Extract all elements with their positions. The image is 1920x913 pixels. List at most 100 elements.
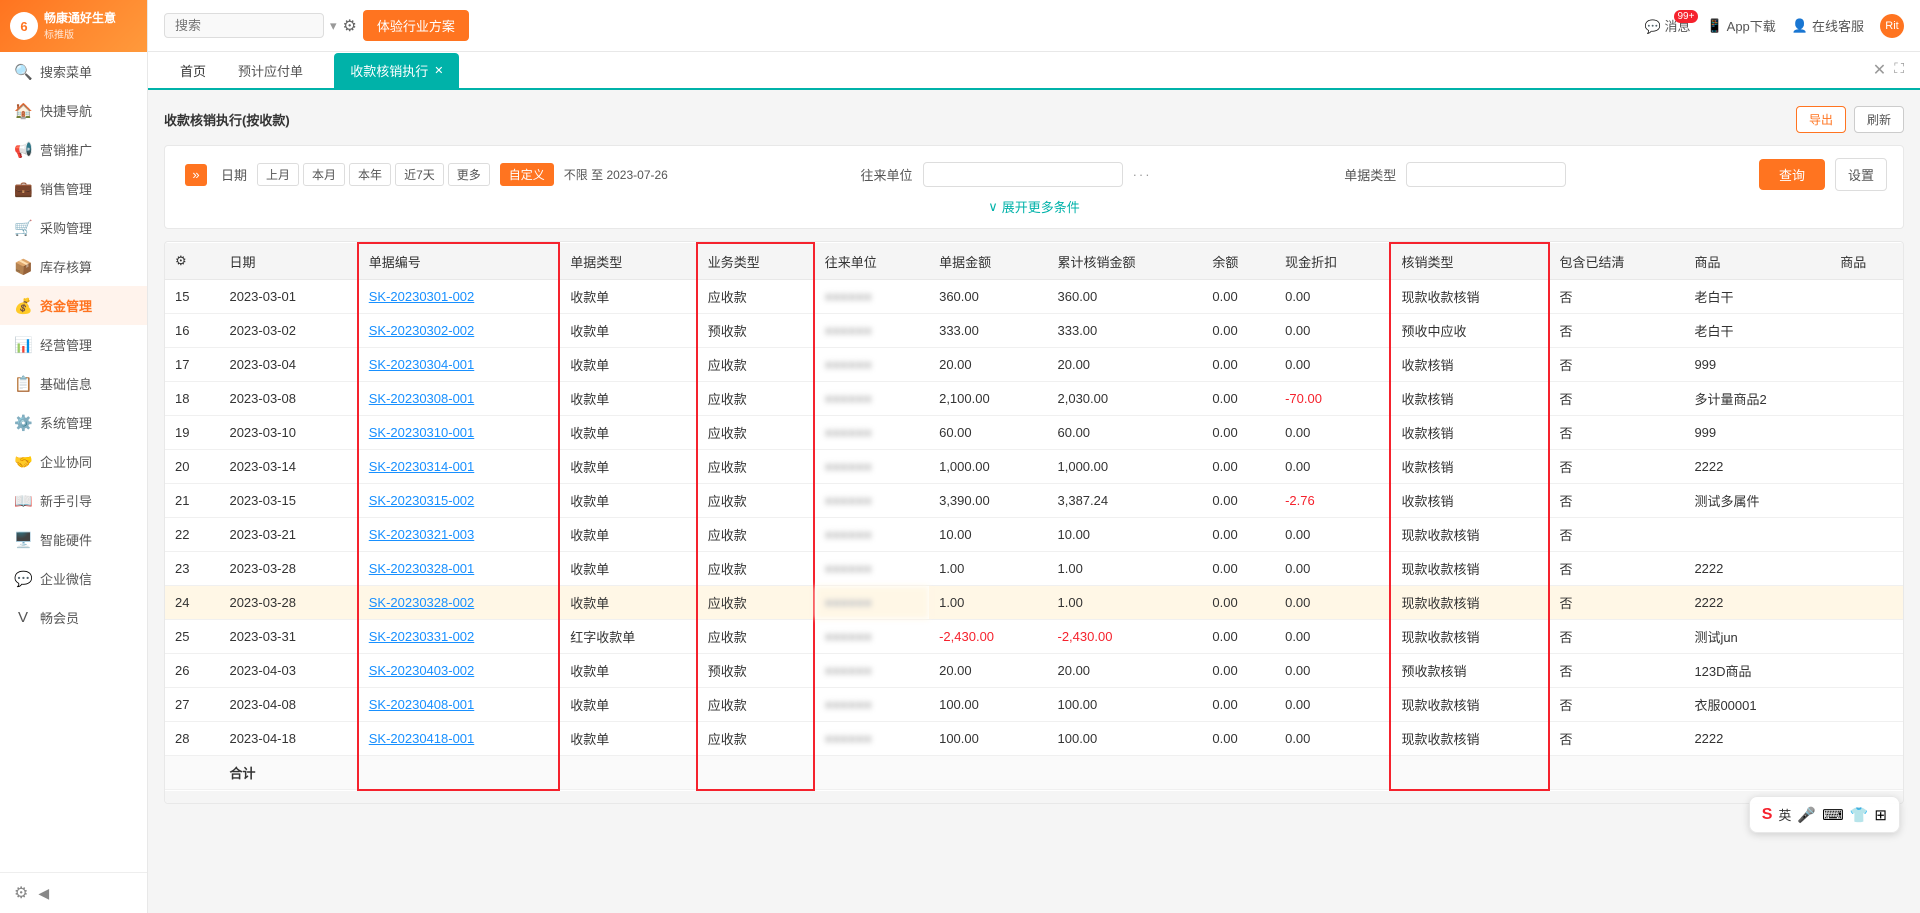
search-input[interactable] bbox=[164, 13, 324, 38]
voucher-link[interactable]: SK-20230301-002 bbox=[369, 289, 475, 304]
cell-voucherNo[interactable]: SK-20230328-002 bbox=[358, 586, 560, 620]
query-button[interactable]: 查询 bbox=[1759, 159, 1825, 190]
toolbar-mic-icon[interactable]: 🎤 bbox=[1797, 806, 1816, 824]
cell-voucherNo[interactable]: SK-20230403-002 bbox=[358, 654, 560, 688]
sidebar-item-system[interactable]: ⚙️系统管理 bbox=[0, 403, 147, 442]
tab-close-prepay[interactable]: ✕ bbox=[309, 64, 318, 77]
sidebar-item-finance[interactable]: 💰资金管理 bbox=[0, 286, 147, 325]
table-row: 182023-03-08SK-20230308-001收款单应收款■■■■■■2… bbox=[165, 382, 1903, 416]
toolbar-keyboard-icon[interactable]: ⌨ bbox=[1822, 806, 1844, 824]
expand-more-row[interactable]: ∨ 展开更多条件 bbox=[181, 197, 1887, 216]
voucher-link[interactable]: SK-20230328-002 bbox=[369, 595, 475, 610]
sidebar-item-wechat[interactable]: 💬企业微信 bbox=[0, 559, 147, 598]
cell-voucherNo[interactable]: SK-20230302-002 bbox=[358, 314, 560, 348]
message-badge[interactable]: 💬 消息 99+ bbox=[1645, 16, 1691, 35]
tab-receipt[interactable]: 收款核销执行✕ bbox=[334, 53, 459, 90]
sidebar-item-marketing[interactable]: 📢营销推广 bbox=[0, 130, 147, 169]
date-btn-上月[interactable]: 上月 bbox=[257, 163, 299, 186]
sidebar-label-quicknav: 快捷导航 bbox=[40, 101, 92, 120]
cell-voucherNo[interactable]: SK-20230331-002 bbox=[358, 620, 560, 654]
sidebar-logo: 6 畅康通好生意 标推版 bbox=[0, 0, 147, 52]
filter-expand-icon[interactable]: » bbox=[185, 164, 207, 186]
cell-voucherNo[interactable]: SK-20230314-001 bbox=[358, 450, 560, 484]
cell-voucherNo[interactable]: SK-20230315-002 bbox=[358, 484, 560, 518]
sidebar-item-member[interactable]: V畅会员 bbox=[0, 598, 147, 637]
cell-cashDiscount: 0.00 bbox=[1275, 552, 1390, 586]
cell-voucherType: 收款单 bbox=[559, 416, 697, 450]
sidebar-icon-purchase: 🛒 bbox=[14, 219, 32, 237]
cell-voucherNo[interactable]: SK-20230301-002 bbox=[358, 280, 560, 314]
voucher-link[interactable]: SK-20230304-001 bbox=[369, 357, 475, 372]
refresh-button[interactable]: 刷新 bbox=[1854, 106, 1904, 133]
col-header-accumulated: 累计核销金额 bbox=[1048, 243, 1203, 280]
voucher-link[interactable]: SK-20230302-002 bbox=[369, 323, 475, 338]
col-header-goods: 商品 bbox=[1684, 243, 1830, 280]
voucher-link[interactable]: SK-20230321-003 bbox=[369, 527, 475, 542]
date-btn-本月[interactable]: 本月 bbox=[303, 163, 345, 186]
voucher-link[interactable]: SK-20230308-001 bbox=[369, 391, 475, 406]
sidebar-item-corp[interactable]: 🤝企业协同 bbox=[0, 442, 147, 481]
tab-close-all-icon[interactable]: ✕ bbox=[1873, 60, 1886, 80]
table-row: 282023-04-18SK-20230418-001收款单应收款■■■■■■1… bbox=[165, 722, 1903, 756]
footer-cell-gear bbox=[165, 756, 219, 790]
cell-goods2 bbox=[1830, 654, 1903, 688]
cell-verifyType: 现款收款核销 bbox=[1390, 620, 1548, 654]
tab-close-receipt[interactable]: ✕ bbox=[434, 64, 443, 77]
horizontal-scrollbar[interactable] bbox=[165, 791, 1903, 803]
date-btn-近7天[interactable]: 近7天 bbox=[395, 163, 444, 186]
cell-voucherNo[interactable]: SK-20230308-001 bbox=[358, 382, 560, 416]
cell-bizType: 应收款 bbox=[697, 280, 814, 314]
toolbar-shirt-icon[interactable]: 👕 bbox=[1850, 806, 1869, 824]
sidebar-item-inventory[interactable]: 📦库存核算 bbox=[0, 247, 147, 286]
cell-accumulated: 100.00 bbox=[1048, 722, 1203, 756]
tab-prepay[interactable]: 预计应付单✕ bbox=[222, 53, 334, 90]
expand-chevron-icon: ∨ bbox=[988, 199, 998, 215]
tab-home[interactable]: 首页 bbox=[164, 53, 222, 90]
industry-solution-button[interactable]: 体验行业方案 bbox=[363, 10, 469, 41]
toolbar-grid-icon[interactable]: ⊞ bbox=[1874, 806, 1887, 824]
tab-fullscreen-icon[interactable]: ⛶ bbox=[1894, 60, 1904, 80]
dropdown-arrow-icon[interactable]: ▾ bbox=[330, 18, 337, 34]
page-title-row: 收款核销执行(按收款) 导出 刷新 bbox=[164, 106, 1904, 133]
voucher-link[interactable]: SK-20230314-001 bbox=[369, 459, 475, 474]
cell-voucherNo[interactable]: SK-20230328-001 bbox=[358, 552, 560, 586]
sidebar-item-search[interactable]: 🔍搜索菜单 bbox=[0, 52, 147, 91]
settings-button[interactable]: 设置 bbox=[1835, 158, 1887, 191]
user-info[interactable]: Rit bbox=[1880, 14, 1904, 38]
cell-voucherNo[interactable]: SK-20230310-001 bbox=[358, 416, 560, 450]
sidebar-item-sales[interactable]: 💼销售管理 bbox=[0, 169, 147, 208]
app-download[interactable]: 📱 App下载 bbox=[1706, 16, 1775, 35]
cell-includeSettled: 否 bbox=[1549, 586, 1685, 620]
custom-date-button[interactable]: 自定义 bbox=[500, 163, 554, 186]
cell-voucherNo[interactable]: SK-20230418-001 bbox=[358, 722, 560, 756]
voucher-link[interactable]: SK-20230328-001 bbox=[369, 561, 475, 576]
online-service[interactable]: 👤 在线客服 bbox=[1792, 16, 1864, 35]
cell-accumulated: 1.00 bbox=[1048, 552, 1203, 586]
voucher-link[interactable]: SK-20230403-002 bbox=[369, 663, 475, 678]
sidebar-item-basic[interactable]: 📋基础信息 bbox=[0, 364, 147, 403]
sidebar-item-quicknav[interactable]: 🏠快捷导航 bbox=[0, 91, 147, 130]
voucher-link[interactable]: SK-20230331-002 bbox=[369, 629, 475, 644]
cell-voucherNo[interactable]: SK-20230408-001 bbox=[358, 688, 560, 722]
gear-button[interactable]: ⚙ bbox=[343, 16, 357, 36]
cell-gear: 18 bbox=[165, 382, 219, 416]
voucher-type-select[interactable] bbox=[1406, 162, 1566, 187]
cell-amount: 2,100.00 bbox=[929, 382, 1047, 416]
cell-voucherNo[interactable]: SK-20230304-001 bbox=[358, 348, 560, 382]
sidebar-item-hardware[interactable]: 🖥️智能硬件 bbox=[0, 520, 147, 559]
settings-icon[interactable]: ⚙ bbox=[14, 883, 28, 903]
export-button[interactable]: 导出 bbox=[1796, 106, 1846, 133]
voucher-link[interactable]: SK-20230315-002 bbox=[369, 493, 475, 508]
date-btn-本年[interactable]: 本年 bbox=[349, 163, 391, 186]
voucher-link[interactable]: SK-20230310-001 bbox=[369, 425, 475, 440]
cell-voucherNo[interactable]: SK-20230321-003 bbox=[358, 518, 560, 552]
voucher-link[interactable]: SK-20230408-001 bbox=[369, 697, 475, 712]
table-scroll[interactable]: ⚙日期单据编号单据类型业务类型往来单位单据金额累计核销金额余额现金折扣核销类型包… bbox=[165, 242, 1903, 791]
voucher-link[interactable]: SK-20230418-001 bbox=[369, 731, 475, 746]
collapse-icon[interactable]: ◀ bbox=[38, 885, 49, 902]
sidebar-item-operations[interactable]: 📊经营管理 bbox=[0, 325, 147, 364]
sidebar-item-guide[interactable]: 📖新手引导 bbox=[0, 481, 147, 520]
partner-input[interactable] bbox=[923, 162, 1123, 187]
date-btn-更多[interactable]: 更多 bbox=[448, 163, 490, 186]
sidebar-item-purchase[interactable]: 🛒采购管理 bbox=[0, 208, 147, 247]
